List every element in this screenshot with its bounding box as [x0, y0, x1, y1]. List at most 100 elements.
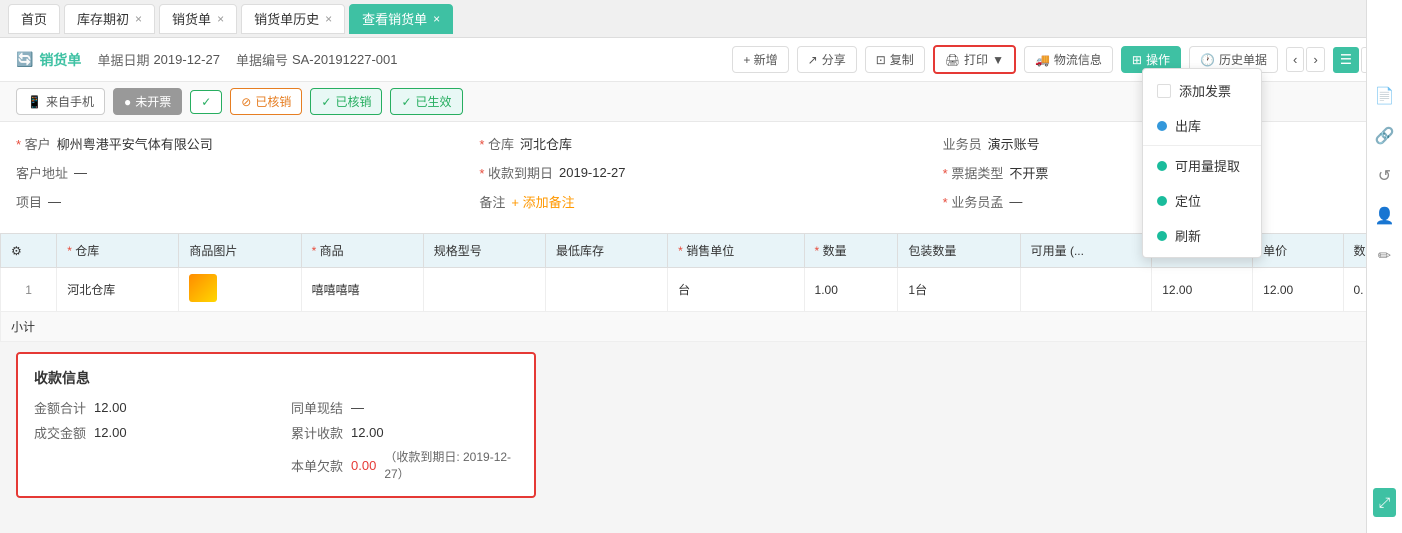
- warehouse-value: 河北仓库: [520, 134, 572, 153]
- doc-meta: 单据日期 2019-12-27 单据编号 SA-20191227-001: [97, 50, 397, 69]
- deal-amount-label: 成交金额: [34, 423, 86, 442]
- payment-title: 收款信息: [34, 368, 518, 388]
- add-note-button[interactable]: 添加备注: [511, 192, 574, 211]
- customer-field: 客户 柳州粤港平安气体有限公司: [16, 134, 459, 153]
- tab-home[interactable]: 首页: [8, 4, 60, 34]
- truck-icon: 🚚: [1035, 53, 1050, 67]
- copy-icon: ⊡: [876, 53, 886, 67]
- phone-source-button[interactable]: 📱 来自手机: [16, 88, 105, 115]
- share-button[interactable]: ↗ 分享: [797, 46, 857, 73]
- sidebar-link-icon[interactable]: 🔗: [1369, 120, 1401, 152]
- dropdown-refresh[interactable]: 刷新: [1143, 218, 1261, 253]
- confirm-button[interactable]: ✓: [190, 90, 222, 114]
- right-sidebar: 📄 🔗 ↺ 👤 ✏ ⤢: [1366, 0, 1402, 533]
- payment-grid: 金额合计 12.00 同单现结 — 成交金额 12.00 累计收款 12.00 …: [34, 398, 518, 482]
- col-warehouse: 仓库: [57, 234, 179, 268]
- project-field: 项目 —: [16, 192, 459, 211]
- effective-icon: ✓: [401, 95, 411, 109]
- cumulative-row: 累计收款 12.00: [291, 423, 518, 442]
- col-pack-qty: 包装数量: [898, 234, 1020, 268]
- nav-prev[interactable]: ‹: [1286, 47, 1304, 72]
- row-quantity: 1.00: [804, 268, 898, 312]
- row-price: 12.00: [1253, 268, 1343, 312]
- confirm-icon: ✓: [201, 95, 211, 109]
- nav-arrows: ‹ ›: [1286, 47, 1325, 72]
- deal-amount-row: 成交金额 12.00: [34, 423, 261, 442]
- note-field: 备注 添加备注: [479, 192, 922, 211]
- sold-icon: ⊘: [241, 95, 251, 109]
- row-warehouse: 河北仓库: [57, 268, 179, 312]
- dropdown-locate[interactable]: 定位: [1143, 183, 1261, 218]
- same-order-value: —: [351, 400, 364, 415]
- balance-note: （收款到期日: 2019-12-27）: [384, 448, 518, 482]
- dot-available-pickup: [1157, 161, 1167, 171]
- grid-icon: ⊞: [1132, 53, 1142, 67]
- tab-inventory-init[interactable]: 库存期初 ×: [64, 4, 155, 34]
- payment-date-label: 收款到期日: [479, 163, 553, 182]
- verified-status-button[interactable]: ✓ 已核销: [310, 88, 382, 115]
- col-product: 商品: [301, 234, 423, 268]
- tab-bar: 首页 库存期初 × 销货单 × 销货单历史 × 查看销货单 × ×: [0, 0, 1402, 38]
- tab-close-view[interactable]: ×: [433, 12, 440, 26]
- table-row: 1 河北仓库 嘻嘻嘻嘻 台 1.00 1台 12.00 12.00 0.: [1, 268, 1402, 312]
- copy-button[interactable]: ⊡ 复制: [865, 46, 925, 73]
- amount-value: 12.00: [94, 400, 127, 415]
- row-index: 1: [1, 268, 57, 312]
- amount-label: 金额合计: [34, 398, 86, 417]
- tab-close-sales[interactable]: ×: [217, 12, 224, 26]
- tab-close-inventory[interactable]: ×: [135, 12, 142, 26]
- row-pack-qty: 1台: [898, 268, 1020, 312]
- dot-refresh: [1157, 231, 1167, 241]
- dropdown-menu: 添加发票 出库 可用量提取 定位 刷新: [1142, 68, 1262, 258]
- sidebar-refresh-icon[interactable]: ↺: [1372, 160, 1397, 192]
- tab-close-history[interactable]: ×: [325, 12, 332, 26]
- col-gear: ⚙: [1, 234, 57, 268]
- locate-label: 定位: [1175, 191, 1201, 210]
- doc-title: 🔄 销货单: [16, 50, 81, 70]
- sidebar-user-icon[interactable]: 👤: [1369, 200, 1401, 232]
- print-dropdown-icon: ▼: [992, 53, 1004, 67]
- verified-icon: ✓: [321, 95, 331, 109]
- dropdown-out-warehouse[interactable]: 出库: [1143, 108, 1261, 143]
- doc-icon: 🔄: [16, 51, 33, 68]
- col-price: 单价: [1253, 234, 1343, 268]
- customer-label: 客户: [16, 134, 51, 153]
- payment-date-value: 2019-12-27: [559, 165, 626, 180]
- not-open-button[interactable]: ● 未开票: [113, 88, 182, 115]
- logistics-button[interactable]: 🚚 物流信息: [1024, 46, 1113, 73]
- refresh-label: 刷新: [1175, 226, 1201, 245]
- dot-out-warehouse: [1157, 121, 1167, 131]
- dropdown-add-invoice[interactable]: 添加发票: [1143, 73, 1261, 108]
- available-pickup-label: 可用量提取: [1175, 156, 1240, 175]
- sidebar-edit-icon[interactable]: ✏: [1372, 240, 1397, 272]
- view-list-button[interactable]: ☰: [1333, 47, 1359, 73]
- col-available: 可用量 (...: [1020, 234, 1152, 268]
- cumulative-label: 累计收款: [291, 423, 343, 442]
- balance-value: 0.00: [351, 458, 376, 473]
- deal-amount-value: 12.00: [94, 425, 127, 440]
- sidebar-doc-icon[interactable]: 📄: [1369, 80, 1401, 112]
- sidebar-expand-icon[interactable]: ⤢: [1373, 488, 1396, 517]
- row-spec: [423, 268, 545, 312]
- staff-value: 演示账号: [988, 134, 1040, 153]
- tab-sales-history[interactable]: 销货单历史 ×: [241, 4, 345, 34]
- row-min-stock: [545, 268, 667, 312]
- tab-sales-order[interactable]: 销货单 ×: [159, 4, 237, 34]
- cumulative-value: 12.00: [351, 425, 384, 440]
- effective-status-button[interactable]: ✓ 已生效: [390, 88, 462, 115]
- nav-next[interactable]: ›: [1306, 47, 1324, 72]
- add-invoice-label: 添加发票: [1179, 81, 1231, 100]
- history-icon: 🕐: [1200, 53, 1215, 67]
- ticket-value: 不开票: [1009, 163, 1048, 182]
- col-quantity: 数量: [804, 234, 898, 268]
- row-unit: 台: [668, 268, 804, 312]
- same-order-row: 同单现结 —: [291, 398, 518, 417]
- dropdown-available-pickup[interactable]: 可用量提取: [1143, 148, 1261, 183]
- tab-view-sales[interactable]: 查看销货单 ×: [349, 4, 453, 34]
- new-button[interactable]: + 新增: [732, 46, 788, 73]
- project-value: —: [48, 194, 61, 209]
- sold-status-button[interactable]: ⊘ 已核销: [230, 88, 302, 115]
- project-label: 项目: [16, 192, 42, 211]
- print-button[interactable]: 🖨 打印 ▼: [933, 45, 1016, 74]
- payment-section: 收款信息 金额合计 12.00 同单现结 — 成交金额 12.00 累计收款 1…: [16, 352, 536, 498]
